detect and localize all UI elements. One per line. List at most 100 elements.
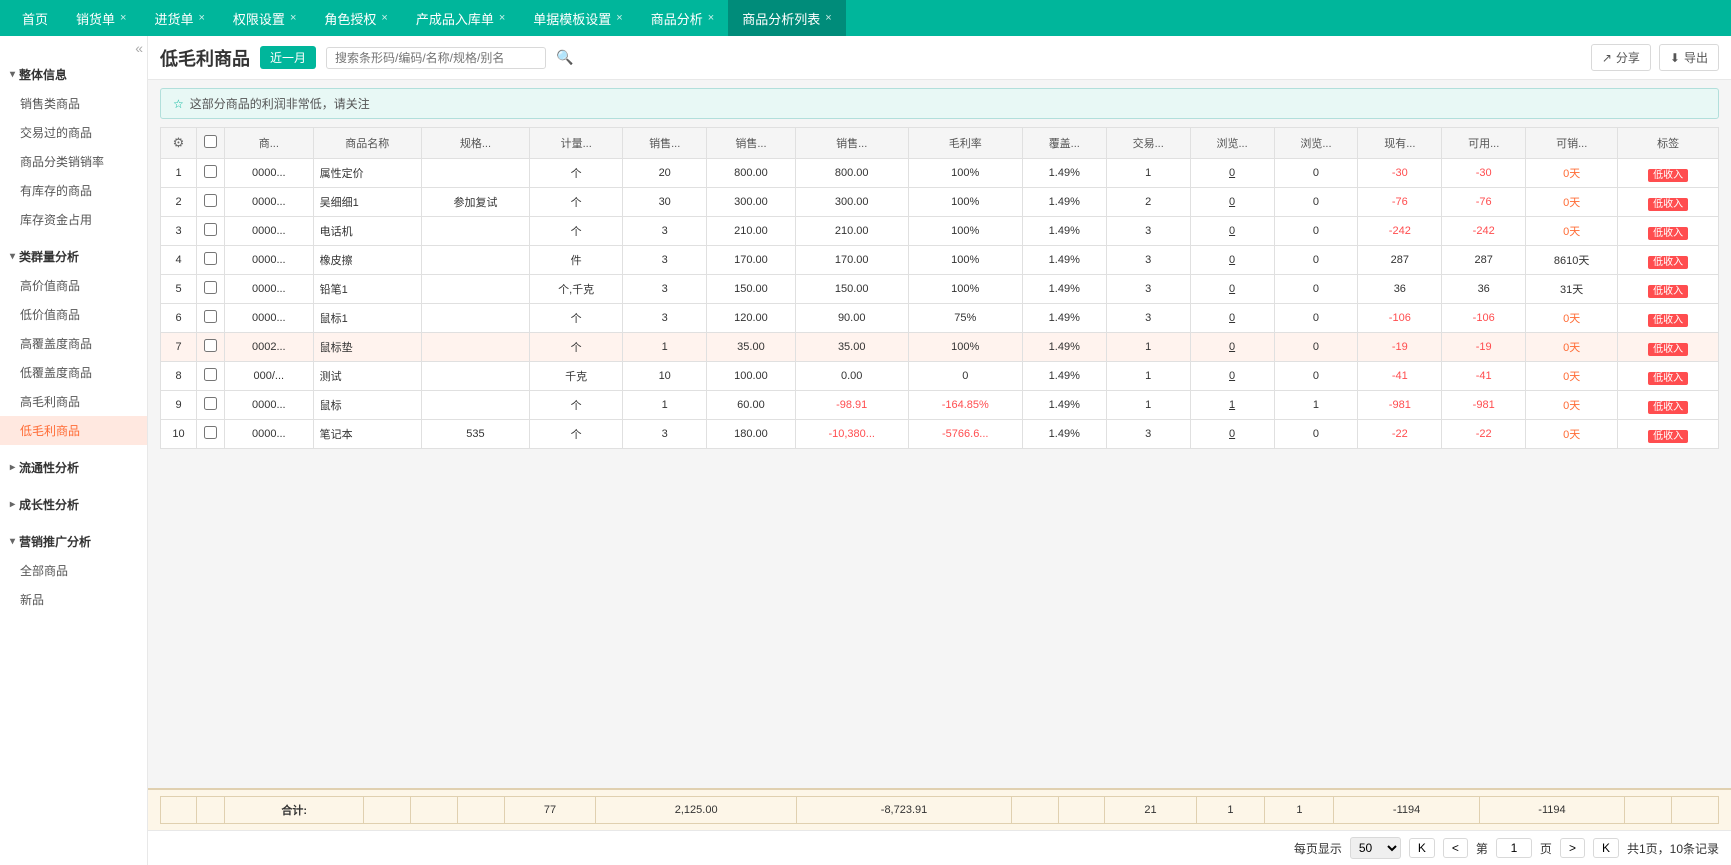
row-checkbox[interactable] <box>197 420 225 449</box>
sidebar-item-all-products[interactable]: 全部商品 <box>0 556 147 585</box>
sidebar-group-title-marketing[interactable]: ▾ 营销推广分析 <box>0 527 147 556</box>
row-saleable-days: 31天 <box>1526 275 1618 304</box>
sidebar-group-liquidity: ▸ 流通性分析 <box>0 449 147 486</box>
sidebar-item-high-margin[interactable]: 高毛利商品 <box>0 387 147 416</box>
notice-bar: ☆ 这部分商品的利润非常低，请关注 <box>160 88 1719 119</box>
row-name[interactable]: 电话机 <box>313 217 421 246</box>
page-number-input[interactable] <box>1496 838 1532 858</box>
sidebar-group-title-liquidity[interactable]: ▸ 流通性分析 <box>0 453 147 482</box>
close-icon[interactable]: × <box>616 12 622 24</box>
row-checkbox[interactable] <box>197 246 225 275</box>
nav-item-template[interactable]: 单据模板设置 × <box>519 0 636 36</box>
row-browse1[interactable]: 0 <box>1190 275 1274 304</box>
sidebar-collapse-button[interactable]: « <box>135 40 143 56</box>
row-name[interactable]: 铅笔1 <box>313 275 421 304</box>
row-name[interactable]: 吴细细1 <box>313 188 421 217</box>
row-checkbox[interactable] <box>197 391 225 420</box>
row-checkbox[interactable] <box>197 333 225 362</box>
row-browse1[interactable]: 0 <box>1190 217 1274 246</box>
row-name[interactable]: 鼠标 <box>313 391 421 420</box>
export-button[interactable]: ⬇ 导出 <box>1659 44 1719 71</box>
nav-item-product-storage[interactable]: 产成品入库单 × <box>402 0 519 36</box>
row-name[interactable]: 鼠标1 <box>313 304 421 333</box>
sidebar-item-low-value[interactable]: 低价值商品 <box>0 300 147 329</box>
page-size-select[interactable]: 50 100 200 <box>1350 837 1401 859</box>
row-checkbox[interactable] <box>197 275 225 304</box>
row-name[interactable]: 橡皮擦 <box>313 246 421 275</box>
notice-icon: ☆ <box>173 97 184 111</box>
row-checkbox[interactable] <box>197 159 225 188</box>
sidebar-item-traded-products[interactable]: 交易过的商品 <box>0 118 147 147</box>
col-spec-header: 规格... <box>421 128 529 159</box>
row-unit: 个 <box>530 159 623 188</box>
settings-icon[interactable]: ⚙ <box>173 135 185 150</box>
close-icon[interactable]: × <box>381 12 387 24</box>
close-icon[interactable]: × <box>290 12 296 24</box>
row-sales-qty: 30 <box>623 188 707 217</box>
row-checkbox[interactable] <box>197 304 225 333</box>
nav-item-analysis[interactable]: 商品分析 × <box>637 0 728 36</box>
row-checkbox[interactable] <box>197 362 225 391</box>
select-all-checkbox[interactable] <box>204 135 217 148</box>
nav-item-role[interactable]: 角色授权 × <box>310 0 401 36</box>
row-coverage: 1.49% <box>1022 246 1106 275</box>
nav-item-permission[interactable]: 权限设置 × <box>219 0 310 36</box>
last-page-button[interactable]: K <box>1593 838 1619 858</box>
row-gross-margin: 100% <box>908 188 1022 217</box>
close-icon[interactable]: × <box>198 12 204 24</box>
row-browse1[interactable]: 0 <box>1190 304 1274 333</box>
sidebar-item-high-value[interactable]: 高价值商品 <box>0 271 147 300</box>
sidebar-item-high-coverage[interactable]: 高覆盖度商品 <box>0 329 147 358</box>
close-icon[interactable]: × <box>499 12 505 24</box>
sidebar-item-sales-products[interactable]: 销售类商品 <box>0 89 147 118</box>
sidebar-item-low-coverage[interactable]: 低覆盖度商品 <box>0 358 147 387</box>
sidebar-item-stock-capital[interactable]: 库存资金占用 <box>0 205 147 234</box>
total-sales-qty: 77 <box>505 797 596 824</box>
row-gross-margin: 100% <box>908 217 1022 246</box>
row-current-stock: -30 <box>1358 159 1442 188</box>
nav-item-home[interactable]: 首页 <box>8 0 62 36</box>
sidebar-item-stocked-products[interactable]: 有库存的商品 <box>0 176 147 205</box>
row-name[interactable]: 属性定价 <box>313 159 421 188</box>
close-icon[interactable]: × <box>708 12 714 24</box>
search-button[interactable]: 🔍 <box>556 49 573 66</box>
sidebar-group-title-cluster[interactable]: ▾ 类群量分析 <box>0 242 147 271</box>
row-checkbox[interactable] <box>197 188 225 217</box>
next-page-button[interactable]: > <box>1560 838 1585 858</box>
nav-item-analysis-list[interactable]: 商品分析列表 × <box>728 0 845 36</box>
row-available-stock: -30 <box>1442 159 1526 188</box>
row-browse1[interactable]: 0 <box>1190 188 1274 217</box>
row-name[interactable]: 笔记本 <box>313 420 421 449</box>
row-browse1[interactable]: 0 <box>1190 420 1274 449</box>
row-number: 3 <box>161 217 197 246</box>
search-input[interactable] <box>326 47 546 69</box>
col-name-header: 商品名称 <box>313 128 421 159</box>
sidebar-item-low-margin[interactable]: 低毛利商品 <box>0 416 147 445</box>
sidebar-group-title-growth[interactable]: ▸ 成长性分析 <box>0 490 147 519</box>
sidebar: « ▾ 整体信息 销售类商品 交易过的商品 商品分类销销率 有库存的商品 库存资… <box>0 36 148 865</box>
row-sales-amount: 210.00 <box>795 217 908 246</box>
row-name[interactable]: 测试 <box>313 362 421 391</box>
row-checkbox[interactable] <box>197 217 225 246</box>
row-available-stock: -76 <box>1442 188 1526 217</box>
close-icon[interactable]: × <box>825 12 831 24</box>
sidebar-group-title-general[interactable]: ▾ 整体信息 <box>0 60 147 89</box>
col-settings[interactable]: ⚙ <box>161 128 197 159</box>
nav-item-purchase[interactable]: 进货单 × <box>140 0 218 36</box>
row-browse1[interactable]: 1 <box>1190 391 1274 420</box>
first-page-button[interactable]: K <box>1409 838 1435 858</box>
close-icon[interactable]: × <box>120 12 126 24</box>
row-browse1[interactable]: 0 <box>1190 333 1274 362</box>
prev-page-button[interactable]: < <box>1443 838 1468 858</box>
date-filter-button[interactable]: 近一月 <box>260 46 316 69</box>
row-name[interactable]: 鼠标垫 <box>313 333 421 362</box>
sidebar-item-category-rate[interactable]: 商品分类销销率 <box>0 147 147 176</box>
nav-item-sales[interactable]: 销货单 × <box>62 0 140 36</box>
row-browse1[interactable]: 0 <box>1190 362 1274 391</box>
sidebar-item-new-products[interactable]: 新品 <box>0 585 147 614</box>
share-button[interactable]: ↗ 分享 <box>1591 44 1651 71</box>
total-label: 合计: <box>225 797 364 824</box>
row-browse1[interactable]: 0 <box>1190 246 1274 275</box>
col-check[interactable] <box>197 128 225 159</box>
row-browse1[interactable]: 0 <box>1190 159 1274 188</box>
